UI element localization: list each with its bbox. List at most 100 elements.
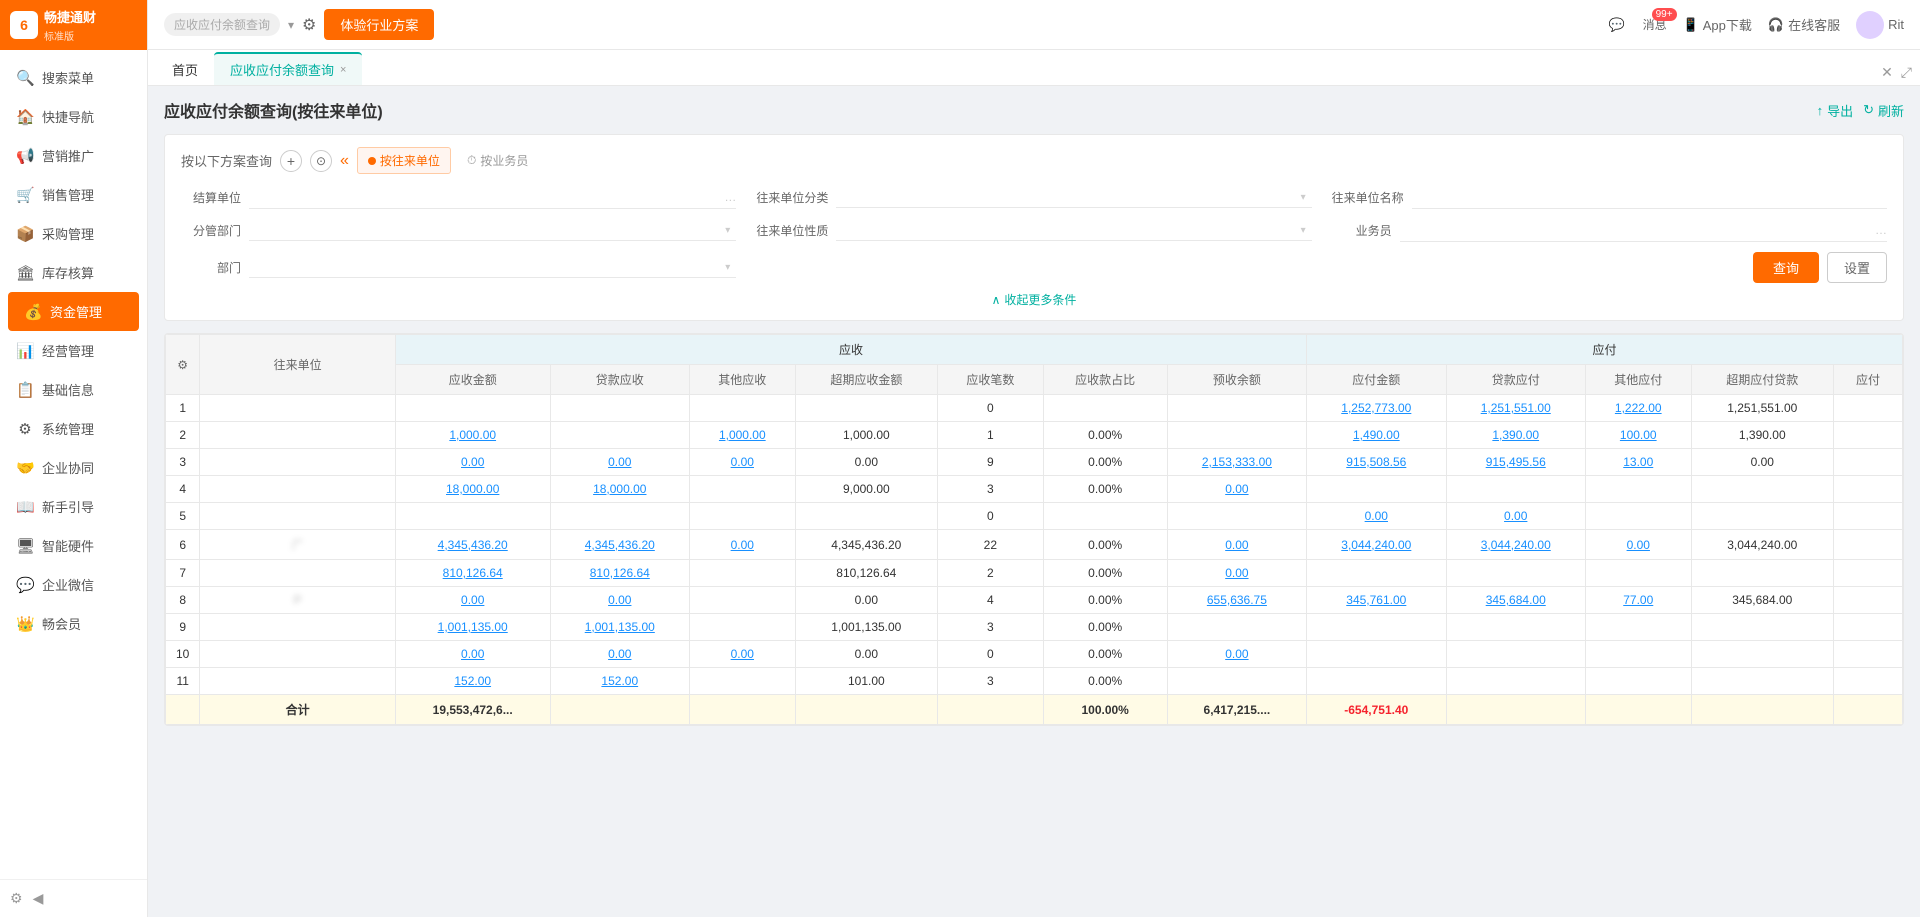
sidebar-item-guide[interactable]: 📖 新手引导 xyxy=(0,487,147,526)
set-button[interactable]: 设置 xyxy=(1827,252,1887,283)
row-ar-other[interactable] xyxy=(689,560,795,587)
settlement-dots-icon[interactable]: … xyxy=(724,190,736,204)
row-ar-amount[interactable]: 810,126.64 xyxy=(395,560,550,587)
user-item[interactable]: Rit xyxy=(1856,11,1904,39)
row-prepay[interactable]: 0.00 xyxy=(1167,530,1306,560)
row-ap-amount[interactable]: 0.00 xyxy=(1307,503,1446,530)
row-ar-other[interactable] xyxy=(689,614,795,641)
tab-balance[interactable]: 应收应付余额查询 × xyxy=(214,52,362,85)
refresh-button[interactable]: ↻ 刷新 xyxy=(1863,101,1904,120)
filter-collapse-button[interactable]: « xyxy=(340,152,349,170)
row-prepay[interactable]: 0.00 xyxy=(1167,476,1306,503)
row-ar-other[interactable]: 0.00 xyxy=(689,530,795,560)
row-ar-loan[interactable]: 0.00 xyxy=(550,641,689,668)
row-prepay[interactable] xyxy=(1167,503,1306,530)
row-ar-amount[interactable]: 0.00 xyxy=(395,641,550,668)
export-button[interactable]: ↑ 导出 xyxy=(1817,101,1854,120)
row-ap-loan[interactable] xyxy=(1446,641,1585,668)
row-ap-other[interactable] xyxy=(1585,668,1691,695)
sidebar-item-system[interactable]: ⚙ 系统管理 xyxy=(0,409,147,448)
row-ar-loan[interactable]: 152.00 xyxy=(550,668,689,695)
row-ap-loan[interactable] xyxy=(1446,560,1585,587)
row-ap-other[interactable] xyxy=(1585,614,1691,641)
support-item[interactable]: 🎧 在线客服 xyxy=(1768,15,1840,34)
sidebar-item-hardware[interactable]: 🖥 智能硬件 xyxy=(0,526,147,565)
query-button[interactable]: 查询 xyxy=(1753,252,1819,283)
salesperson-dots-icon[interactable]: … xyxy=(1875,223,1887,237)
tab-home[interactable]: 首页 xyxy=(156,54,214,85)
tab-expand-icon[interactable]: ⤢ xyxy=(1901,64,1912,81)
row-ar-amount[interactable]: 0.00 xyxy=(395,587,550,614)
row-ap-other[interactable]: 100.00 xyxy=(1585,422,1691,449)
sidebar-item-inventory[interactable]: 🏛 库存核算 xyxy=(0,253,147,292)
row-ap-other[interactable]: 1,222.00 xyxy=(1585,395,1691,422)
row-ar-loan[interactable]: 1,001,135.00 xyxy=(550,614,689,641)
row-ar-amount[interactable]: 4,345,436.20 xyxy=(395,530,550,560)
row-ar-amount[interactable]: 1,000.00 xyxy=(395,422,550,449)
filter-add-button[interactable]: + xyxy=(280,150,302,172)
row-ar-loan[interactable] xyxy=(550,503,689,530)
filter-scheme-button[interactable]: ⊙ xyxy=(310,150,332,172)
row-prepay[interactable]: 0.00 xyxy=(1167,560,1306,587)
row-ap-other[interactable]: 0.00 xyxy=(1585,530,1691,560)
collapse-icon[interactable]: ◀ xyxy=(33,890,44,907)
row-ar-loan[interactable]: 0.00 xyxy=(550,587,689,614)
row-ar-amount[interactable]: 0.00 xyxy=(395,449,550,476)
row-ap-amount[interactable] xyxy=(1307,560,1446,587)
tab-close-icon[interactable]: × xyxy=(340,64,346,76)
sidebar-item-cooperation[interactable]: 🤝 企业协同 xyxy=(0,448,147,487)
row-ar-other[interactable]: 0.00 xyxy=(689,449,795,476)
row-ap-amount[interactable]: 1,490.00 xyxy=(1307,422,1446,449)
row-ar-amount[interactable] xyxy=(395,395,550,422)
row-prepay[interactable]: 655,636.75 xyxy=(1167,587,1306,614)
row-ar-other[interactable]: 0.00 xyxy=(689,641,795,668)
row-ar-amount[interactable]: 18,000.00 xyxy=(395,476,550,503)
row-ap-loan[interactable] xyxy=(1446,614,1585,641)
row-ar-amount[interactable]: 152.00 xyxy=(395,668,550,695)
row-ap-amount[interactable] xyxy=(1307,668,1446,695)
sidebar-item-operation[interactable]: 📊 经营管理 xyxy=(0,331,147,370)
filter-scheme-inactive[interactable]: ⏱ 按业务员 xyxy=(459,148,536,173)
sidebar-item-search[interactable]: 🔍 搜索菜单 xyxy=(0,58,147,97)
row-ap-loan[interactable] xyxy=(1446,476,1585,503)
department-select[interactable]: ▾ xyxy=(249,258,736,278)
row-ap-other[interactable] xyxy=(1585,641,1691,668)
sidebar-item-member[interactable]: 👑 畅会员 xyxy=(0,604,147,643)
sidebar-item-quicknav[interactable]: 🏠 快捷导航 xyxy=(0,97,147,136)
row-ap-other[interactable]: 77.00 xyxy=(1585,587,1691,614)
row-ar-loan[interactable] xyxy=(550,422,689,449)
row-prepay[interactable]: 2,153,333.00 xyxy=(1167,449,1306,476)
tab-close-window-icon[interactable]: ✕ xyxy=(1881,64,1893,81)
notification-badge[interactable]: 💬 99+ 消息 xyxy=(1609,16,1667,33)
row-prepay[interactable] xyxy=(1167,614,1306,641)
row-ar-loan[interactable] xyxy=(550,395,689,422)
row-ar-other[interactable]: 1,000.00 xyxy=(689,422,795,449)
settlement-input[interactable] xyxy=(249,186,720,208)
row-prepay[interactable] xyxy=(1167,668,1306,695)
sidebar-item-finance[interactable]: 💰 资金管理 xyxy=(8,292,139,331)
partner-category-select[interactable]: ▾ xyxy=(836,188,1311,208)
row-ar-other[interactable] xyxy=(689,503,795,530)
filter-scheme-active[interactable]: 按往来单位 xyxy=(357,147,451,174)
row-ap-loan[interactable]: 1,251,551.00 xyxy=(1446,395,1585,422)
row-ap-other[interactable] xyxy=(1585,503,1691,530)
row-ap-loan[interactable]: 0.00 xyxy=(1446,503,1585,530)
row-ap-amount[interactable]: 3,044,240.00 xyxy=(1307,530,1446,560)
topbar-dropdown-icon[interactable]: ▾ xyxy=(288,18,294,32)
row-ap-loan[interactable]: 3,044,240.00 xyxy=(1446,530,1585,560)
download-item[interactable]: 📱 App下载 xyxy=(1683,15,1752,34)
sidebar-item-wechat[interactable]: 💬 企业微信 xyxy=(0,565,147,604)
row-ap-other[interactable] xyxy=(1585,476,1691,503)
dept-select[interactable]: ▾ xyxy=(249,221,736,241)
row-ap-amount[interactable]: 1,252,773.00 xyxy=(1307,395,1446,422)
row-ap-loan[interactable]: 1,390.00 xyxy=(1446,422,1585,449)
row-ar-other[interactable] xyxy=(689,395,795,422)
partner-name-input[interactable] xyxy=(1412,186,1887,209)
partner-nature-select[interactable]: ▾ xyxy=(836,221,1311,241)
sidebar-item-marketing[interactable]: 📢 营销推广 xyxy=(0,136,147,175)
row-ar-loan[interactable]: 4,345,436.20 xyxy=(550,530,689,560)
row-ar-amount[interactable] xyxy=(395,503,550,530)
row-ap-other[interactable] xyxy=(1585,560,1691,587)
row-ap-other[interactable]: 13.00 xyxy=(1585,449,1691,476)
row-ap-amount[interactable]: 915,508.56 xyxy=(1307,449,1446,476)
